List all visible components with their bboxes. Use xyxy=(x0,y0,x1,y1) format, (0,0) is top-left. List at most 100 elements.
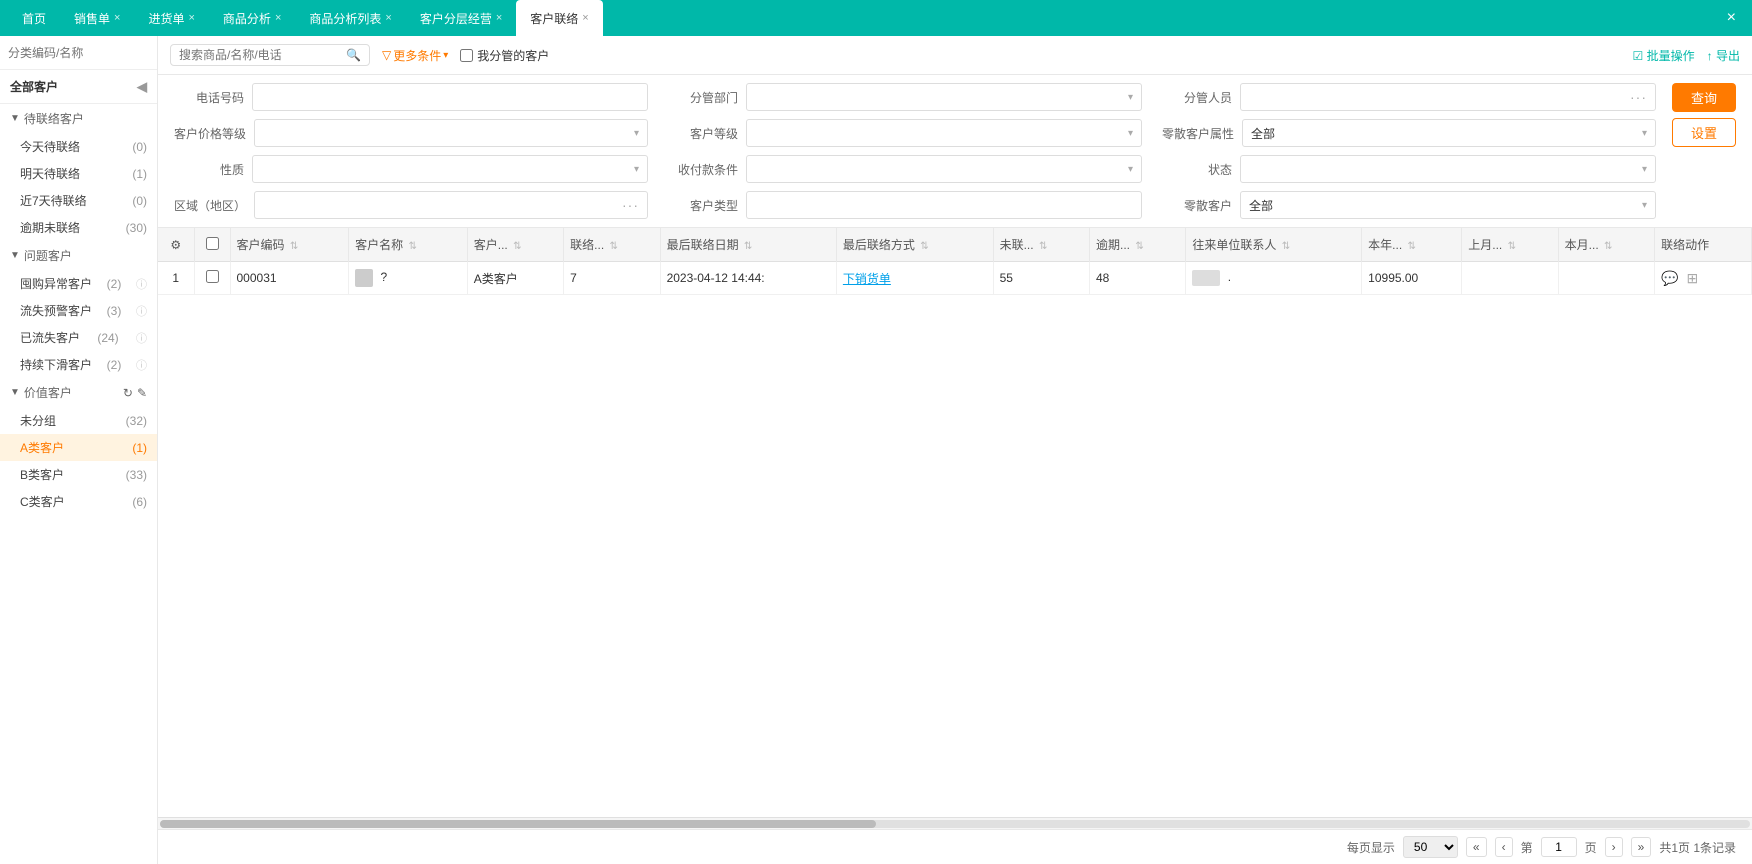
col-customer-type[interactable]: 客户... ⇅ xyxy=(467,228,563,262)
sidebar-item-overdue[interactable]: 逾期未联络 (30) xyxy=(0,214,157,241)
nav-customer-contact-close[interactable]: × xyxy=(582,12,588,24)
input-person[interactable]: ··· xyxy=(1240,83,1656,111)
nav-customer-contact[interactable]: 客户联络 × xyxy=(516,0,602,36)
sidebar-item-label-today: 今天待联络 xyxy=(20,138,80,155)
col-contact-count[interactable]: 联络... ⇅ xyxy=(564,228,660,262)
col-checkbox xyxy=(194,228,230,262)
nav-purchase-close[interactable]: × xyxy=(188,12,194,24)
main-search-input[interactable] xyxy=(179,48,346,62)
select-payment[interactable]: ▾ xyxy=(746,155,1142,183)
horizontal-scrollbar[interactable] xyxy=(158,817,1752,829)
sidebar-section-value[interactable]: ▼ 价值客户 ↻ ✎ xyxy=(0,378,157,407)
close-all-btn[interactable]: × xyxy=(1719,9,1744,27)
sidebar-item-declining[interactable]: 持续下滑客户 (2) ⓘ xyxy=(0,351,157,378)
input-region[interactable]: ··· xyxy=(254,191,648,219)
col-last-method[interactable]: 最后联络方式 ⇅ xyxy=(836,228,993,262)
my-customer-checkbox[interactable] xyxy=(460,49,473,62)
col-this-month[interactable]: 本月... ⇅ xyxy=(1558,228,1654,262)
info-icon-hoarding: ⓘ xyxy=(136,276,147,292)
nav-product-list[interactable]: 商品分析列表 × xyxy=(295,0,405,36)
nav-purchase[interactable]: 进货单 × xyxy=(134,0,208,36)
sidebar-item-label-hoarding: 囤购异常客户 xyxy=(20,275,92,292)
sidebar-item-ungrouped[interactable]: 未分组 (32) xyxy=(0,407,157,434)
last-method-link[interactable]: 下销货单 xyxy=(843,272,891,286)
more-filter-btn[interactable]: ▽ 更多条件 ▾ xyxy=(382,47,448,64)
row-checkbox[interactable] xyxy=(206,270,219,283)
cell-last-date: 2023-04-12 14:44: xyxy=(660,262,836,295)
col-last-date[interactable]: 最后联络日期 ⇅ xyxy=(660,228,836,262)
sidebar-collapse-icon[interactable]: ◀ xyxy=(137,79,147,95)
sidebar-item-label-overdue: 逾期未联络 xyxy=(20,219,80,236)
sidebar-search-input[interactable] xyxy=(8,46,158,60)
select-all-checkbox[interactable] xyxy=(206,237,219,250)
export-btn[interactable]: ↑ 导出 xyxy=(1707,47,1740,64)
col-overdue[interactable]: 逾期... ⇅ xyxy=(1090,228,1186,262)
input-phone[interactable] xyxy=(252,83,648,111)
content-area: 🔍 ▽ 更多条件 ▾ 我分管的客户 ☑ 批量操作 ↑ 导出 xyxy=(158,36,1752,864)
nav-product-list-close[interactable]: × xyxy=(385,12,391,24)
sidebar-item-churn-warning[interactable]: 流失预警客户 (3) ⓘ xyxy=(0,297,157,324)
sidebar-item-today[interactable]: 今天待联络 (0) xyxy=(0,133,157,160)
sidebar-item-c-class[interactable]: C类客户 (6) xyxy=(0,488,157,515)
select-retail-attr[interactable]: 全部▾ xyxy=(1242,119,1656,147)
select-retail[interactable]: 全部▾ xyxy=(1240,191,1656,219)
sidebar-item-churned[interactable]: 已流失客户 (24) ⓘ xyxy=(0,324,157,351)
sidebar-item-b-class[interactable]: B类客户 (33) xyxy=(0,461,157,488)
qr-icon[interactable]: ⊞ xyxy=(1687,270,1699,287)
batch-op-btn[interactable]: ☑ 批量操作 xyxy=(1633,47,1695,64)
cell-last-method: 下销货单 xyxy=(836,262,993,295)
col-this-year[interactable]: 本年... ⇅ xyxy=(1362,228,1462,262)
select-nature[interactable]: ▾ xyxy=(252,155,648,183)
sidebar-item-hoarding[interactable]: 囤购异常客户 (2) ⓘ xyxy=(0,270,157,297)
select-customer-grade[interactable]: ▾ xyxy=(746,119,1142,147)
first-page-btn[interactable]: « xyxy=(1466,837,1487,857)
my-customer-checkbox-label[interactable]: 我分管的客户 xyxy=(460,47,549,64)
cell-code: 000031 xyxy=(230,262,349,295)
label-status: 状态 xyxy=(1162,161,1232,178)
next-page-btn[interactable]: › xyxy=(1605,837,1623,857)
select-dept[interactable]: ▾ xyxy=(746,83,1142,111)
select-status[interactable]: ▾ xyxy=(1240,155,1656,183)
sidebar-item-tomorrow[interactable]: 明天待联络 (1) xyxy=(0,160,157,187)
sidebar-section-pending[interactable]: ▼ 待联络客户 xyxy=(0,104,157,133)
cell-last-month xyxy=(1462,262,1558,295)
nav-product-analysis[interactable]: 商品分析 × xyxy=(209,0,295,36)
col-no-contact[interactable]: 未联... ⇅ xyxy=(993,228,1089,262)
value-refresh-icon[interactable]: ↻ xyxy=(123,386,133,400)
col-last-month[interactable]: 上月... ⇅ xyxy=(1462,228,1558,262)
prev-page-btn[interactable]: ‹ xyxy=(1495,837,1513,857)
col-contact-person[interactable]: 往来单位联系人 ⇅ xyxy=(1186,228,1362,262)
col-code[interactable]: 客户编码 ⇅ xyxy=(230,228,349,262)
nav-customer-tier[interactable]: 客户分层经营 × xyxy=(406,0,516,36)
sidebar-item-count-overdue: (30) xyxy=(126,221,147,235)
main-search-icon[interactable]: 🔍 xyxy=(346,48,361,62)
page-input[interactable] xyxy=(1541,837,1577,857)
col-gear[interactable]: ⚙ xyxy=(158,228,194,262)
nav-customer-tier-close[interactable]: × xyxy=(496,12,502,24)
query-button[interactable]: 查询 xyxy=(1672,83,1736,112)
filter-cell-nature: 性质 ▾ xyxy=(174,155,668,183)
nav-sales[interactable]: 销售单 × xyxy=(60,0,134,36)
sort-this-year: ⇅ xyxy=(1408,241,1416,252)
section-arrow-value: ▼ xyxy=(10,387,20,398)
nav-sales-close[interactable]: × xyxy=(114,12,120,24)
col-actions: 联络动作 xyxy=(1655,228,1752,262)
sidebar-item-week[interactable]: 近7天待联络 (0) xyxy=(0,187,157,214)
select-price-grade[interactable]: ▾ xyxy=(254,119,648,147)
sidebar-item-label-c-class: C类客户 xyxy=(20,493,65,510)
filter-cell-price-grade: 客户价格等级 ▾ xyxy=(174,119,668,147)
nav-product-analysis-close[interactable]: × xyxy=(275,12,281,24)
setting-button[interactable]: 设置 xyxy=(1672,118,1736,147)
sidebar-section-problem[interactable]: ▼ 问题客户 xyxy=(0,241,157,270)
sort-name: ⇅ xyxy=(408,241,416,252)
nav-home[interactable]: 首页 xyxy=(8,0,60,36)
input-cust-type[interactable] xyxy=(746,191,1142,219)
col-name[interactable]: 客户名称 ⇅ xyxy=(349,228,468,262)
customer-name-text[interactable]: ? xyxy=(380,270,387,284)
label-phone: 电话号码 xyxy=(174,89,244,106)
sidebar-item-a-class[interactable]: A类客户 (1) xyxy=(0,434,157,461)
chat-icon[interactable]: 💬 xyxy=(1661,270,1678,287)
per-page-select[interactable]: 50 100 200 xyxy=(1403,836,1458,858)
value-edit-icon[interactable]: ✎ xyxy=(137,386,147,400)
last-page-btn[interactable]: » xyxy=(1631,837,1652,857)
